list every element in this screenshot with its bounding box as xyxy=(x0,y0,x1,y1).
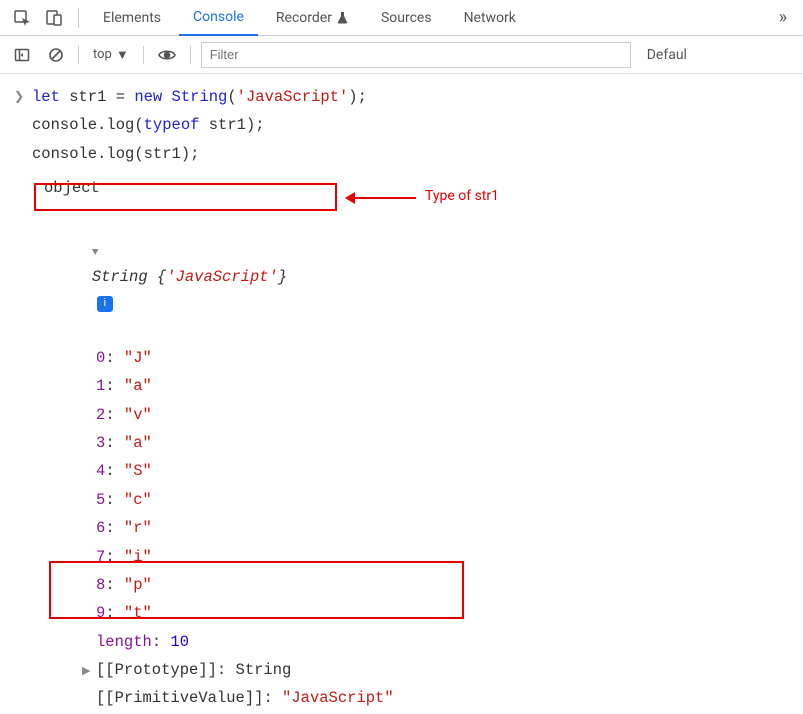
console-toolbar: top ▼ Defaul xyxy=(0,36,803,74)
code-line: console.log(typeof str1); xyxy=(32,112,265,138)
object-index-row[interactable]: 2: "v" xyxy=(0,402,803,430)
object-primitive-row[interactable]: [[PrimitiveValue]]: "JavaScript" xyxy=(0,685,803,713)
code-line: console.log(str1); xyxy=(32,141,199,167)
inspect-element-icon[interactable] xyxy=(8,4,36,32)
index-key: 5 xyxy=(96,491,105,509)
object-index-row[interactable]: 5: "c" xyxy=(0,487,803,515)
tab-elements[interactable]: Elements xyxy=(89,0,175,36)
index-key: 4 xyxy=(96,462,105,480)
annotation-label: Type of str1 xyxy=(425,188,499,204)
annotation-box xyxy=(34,183,337,211)
live-expression-icon[interactable] xyxy=(154,48,180,62)
index-value: "c" xyxy=(124,491,152,509)
chevron-down-icon: ▼ xyxy=(116,47,129,63)
separator xyxy=(78,8,79,28)
index-key: 1 xyxy=(96,377,105,395)
property-key: [[Prototype]] xyxy=(96,661,217,679)
index-value: "a" xyxy=(124,377,152,395)
log-level-selector[interactable]: Defaul xyxy=(641,47,693,63)
index-key: 3 xyxy=(96,434,105,452)
property-value: 10 xyxy=(170,633,189,651)
object-type: String xyxy=(92,268,148,286)
index-key: 6 xyxy=(96,519,105,537)
annotation-arrow xyxy=(346,197,416,199)
console-output-object-row[interactable]: . ▼ String {'JavaScript'} i xyxy=(0,211,803,345)
triangle-right-icon[interactable]: ▶ xyxy=(82,663,96,682)
context-label: top xyxy=(93,47,112,62)
tab-sources[interactable]: Sources xyxy=(367,0,446,36)
console-input-row: . console.log(typeof str1); xyxy=(0,112,803,140)
chevron-right-icon: ❯ xyxy=(14,84,32,107)
object-prototype-row[interactable]: ▶[[Prototype]]: String xyxy=(0,657,803,685)
sidebar-toggle-icon[interactable] xyxy=(10,43,34,67)
object-index-row[interactable]: 3: "a" xyxy=(0,430,803,458)
object-index-row[interactable]: 4: "S" xyxy=(0,458,803,486)
object-index-row[interactable]: 1: "a" xyxy=(0,373,803,401)
tab-recorder[interactable]: Recorder xyxy=(262,0,363,36)
triangle-down-icon[interactable]: ▼ xyxy=(92,244,106,263)
devtools-tabs: Elements Console Recorder Sources Networ… xyxy=(0,0,803,36)
separator xyxy=(78,46,79,64)
index-value: "r" xyxy=(124,519,152,537)
console-input-row: . console.log(str1); xyxy=(0,141,803,169)
device-toolbar-icon[interactable] xyxy=(40,4,68,32)
property-key: length xyxy=(96,633,152,651)
more-tabs-icon[interactable]: » xyxy=(771,7,795,28)
object-value: 'JavaScript' xyxy=(166,268,278,286)
tab-recorder-label: Recorder xyxy=(276,10,332,26)
filter-input[interactable] xyxy=(201,42,631,68)
clear-console-icon[interactable] xyxy=(44,43,68,67)
index-key: 2 xyxy=(96,406,105,424)
object-index-row[interactable]: 6: "r" xyxy=(0,515,803,543)
index-key: 0 xyxy=(96,349,105,367)
console-input-row: ❯ let str1 = new String('JavaScript'); xyxy=(0,84,803,112)
object-index-row[interactable]: 0: "J" xyxy=(0,345,803,373)
annotation-box xyxy=(49,561,464,619)
object-property-row[interactable]: length: 10 xyxy=(0,629,803,657)
context-selector[interactable]: top ▼ xyxy=(89,47,133,63)
separator xyxy=(190,46,191,64)
tab-network[interactable]: Network xyxy=(450,0,530,36)
property-key: [[PrimitiveValue]] xyxy=(96,689,263,707)
code-line: let str1 = new String('JavaScript'); xyxy=(32,84,367,110)
info-icon[interactable]: i xyxy=(97,296,113,312)
index-value: "S" xyxy=(124,462,152,480)
separator xyxy=(143,46,144,64)
property-value: String xyxy=(236,661,292,679)
index-value: "a" xyxy=(124,434,152,452)
index-value: "v" xyxy=(124,406,152,424)
index-value: "J" xyxy=(124,349,152,367)
tab-console[interactable]: Console xyxy=(179,0,258,36)
property-value: "JavaScript" xyxy=(282,689,394,707)
flask-icon xyxy=(336,11,349,24)
